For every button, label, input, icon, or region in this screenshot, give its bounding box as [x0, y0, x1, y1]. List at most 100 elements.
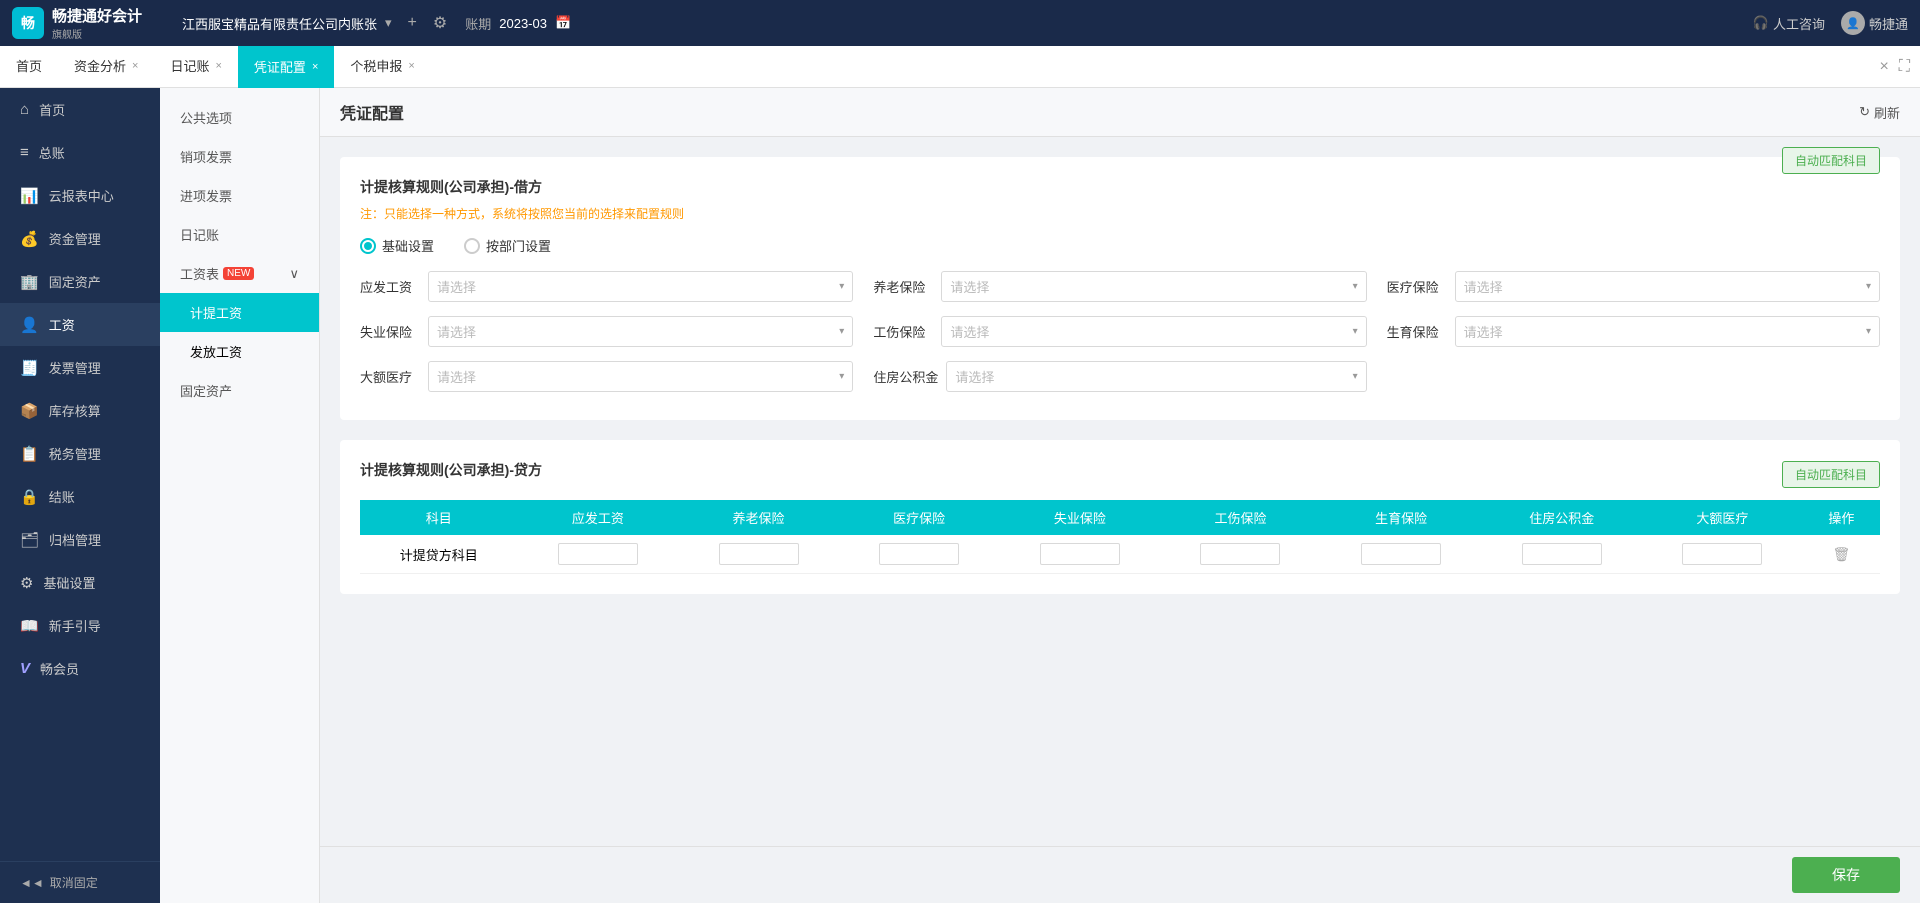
tab-voucher-config[interactable]: 凭证配置 × [238, 46, 334, 88]
tab-tax-close-icon[interactable]: × [408, 60, 414, 72]
sidebar-asset-label: 固定资产 [49, 272, 101, 291]
topbar: 畅 畅捷通好会计 旗舰版 江西服宝精品有限责任公司内账张 ▾ + ⚙ 账期 20… [0, 0, 1920, 46]
th-yfgz: 应发工资 [518, 500, 679, 535]
input-td-gsbx[interactable] [1200, 543, 1280, 565]
sidebar-item-invoice[interactable]: 🧾 发票管理 [0, 346, 160, 389]
radio-dept-circle [464, 238, 480, 254]
sidebar-item-ledger[interactable]: ≡ 总账 [0, 131, 160, 174]
sidebar-invoice-label: 发票管理 [49, 358, 101, 377]
label-gsbx: 工伤保险 [873, 322, 933, 341]
save-button[interactable]: 保存 [1792, 857, 1900, 893]
calendar-icon[interactable]: 📅 [555, 15, 571, 31]
radio-group: 基础设置 按部门设置 [360, 236, 1880, 255]
sidebar-item-closing[interactable]: 🔒 结账 [0, 475, 160, 518]
input-td-ylbx[interactable] [719, 543, 799, 565]
auto-match-debit-btn[interactable]: 自动匹配科目 [1782, 147, 1880, 174]
label-sybx: 失业保险 [360, 322, 420, 341]
sub-sidebar-fixed-asset[interactable]: 固定资产 [160, 371, 319, 410]
content-area: 凭证配置 ↻ 刷新 自动匹配科目 计提核算规则(公司承担)-借方 注：只能选择一… [320, 88, 1920, 903]
sidebar-item-inventory[interactable]: 📦 库存核算 [0, 389, 160, 432]
sub-sidebar-pay-salary-label: 发放工资 [190, 345, 242, 360]
avatar-icon: 👤 [1841, 11, 1865, 35]
sidebar-item-asset[interactable]: 🏢 固定资产 [0, 260, 160, 303]
field-ylbx: 养老保险 请选择 ▾ [873, 271, 1366, 302]
ledger-icon: ≡ [20, 144, 29, 161]
select-yfgz-placeholder: 请选择 [437, 277, 476, 296]
sub-sidebar-public[interactable]: 公共选项 [160, 98, 319, 137]
input-td-sybx2[interactable] [1361, 543, 1441, 565]
tab-fund-close-icon[interactable]: × [132, 60, 138, 72]
sidebar-item-salary[interactable]: 👤 工资 [0, 303, 160, 346]
sidebar-item-guide[interactable]: 📖 新手引导 [0, 604, 160, 647]
select-ylbx2[interactable]: 请选择 ▾ [1455, 271, 1880, 302]
sidebar-settings-label: 基础设置 [43, 573, 95, 592]
input-td-dael[interactable] [1682, 543, 1762, 565]
sidebar-item-fund[interactable]: 💰 资金管理 [0, 217, 160, 260]
select-ylbx[interactable]: 请选择 ▾ [941, 271, 1366, 302]
tabs-right: × ⛶ [1879, 58, 1920, 76]
select-sybx[interactable]: 请选择 ▾ [428, 316, 853, 347]
radio-basic[interactable]: 基础设置 [360, 236, 434, 255]
logo-text: 畅捷通好会计 [52, 8, 142, 25]
field-sybx: 失业保险 请选择 ▾ [360, 316, 853, 347]
cancel-pin-label: 取消固定 [50, 874, 98, 891]
select-gsbx[interactable]: 请选择 ▾ [941, 316, 1366, 347]
select-sybx2[interactable]: 请选择 ▾ [1455, 316, 1880, 347]
tab-home[interactable]: 首页 [0, 46, 58, 88]
input-td-sybx[interactable] [1040, 543, 1120, 565]
select-zfgjj[interactable]: 请选择 ▾ [946, 361, 1366, 392]
select-ylbx-placeholder: 请选择 [950, 277, 989, 296]
tab-fund-analysis[interactable]: 资金分析 × [58, 46, 154, 88]
company-dropdown-icon[interactable]: ▾ [385, 15, 392, 31]
auto-match-credit-btn[interactable]: 自动匹配科目 [1782, 461, 1880, 488]
tab-voucher-close-icon[interactable]: × [312, 61, 318, 73]
field-sybx2: 生育保险 请选择 ▾ [1387, 316, 1880, 347]
input-td-yfgz[interactable] [558, 543, 638, 565]
debit-section-title: 计提核算规则(公司承担)-借方 [360, 177, 1880, 197]
sidebar-guide-label: 新手引导 [49, 616, 101, 635]
delete-row-icon[interactable]: 🗑 [1832, 546, 1850, 562]
sub-sidebar-purchase-invoice[interactable]: 进项发票 [160, 176, 319, 215]
field-gsbx: 工伤保险 请选择 ▾ [873, 316, 1366, 347]
select-yfgz[interactable]: 请选择 ▾ [428, 271, 853, 302]
tab-journal-close-icon[interactable]: × [215, 60, 221, 72]
radio-basic-circle [360, 238, 376, 254]
input-td-zfgjj[interactable] [1522, 543, 1602, 565]
th-sybx2: 生育保险 [1321, 500, 1482, 535]
sidebar-item-tax[interactable]: 📋 税务管理 [0, 432, 160, 475]
settings-icon[interactable]: ⚙ [433, 13, 447, 33]
sidebar-item-home[interactable]: ⌂ 首页 [0, 88, 160, 131]
sidebar: ⌂ 首页 ≡ 总账 📊 云报表中心 💰 资金管理 🏢 固定资产 👤 工资 🧾 发… [0, 88, 160, 903]
sidebar-item-settings[interactable]: ⚙ 基础设置 [0, 561, 160, 604]
th-ylbx2: 医疗保险 [839, 500, 1000, 535]
company-selector[interactable]: 江西服宝精品有限责任公司内账张 ▾ + ⚙ 账期 2023-03 📅 [182, 13, 1753, 33]
expand-window-icon[interactable]: ⛶ [1899, 58, 1910, 76]
service-btn[interactable]: 🎧 人工咨询 [1753, 14, 1825, 33]
close-window-icon[interactable]: × [1879, 58, 1888, 76]
refresh-btn[interactable]: ↻ 刷新 [1859, 103, 1900, 122]
sidebar-item-vip[interactable]: V 畅会员 [0, 647, 160, 690]
tab-tax[interactable]: 个税申报 × [334, 46, 430, 88]
sub-sidebar-salary-table[interactable]: 工资表 NEW ∨ [160, 254, 319, 293]
user-menu[interactable]: 👤 畅捷通 [1841, 11, 1908, 35]
sidebar-item-archive[interactable]: 🗂 归档管理 [0, 518, 160, 561]
cancel-pin-btn[interactable]: ◄◄ 取消固定 [0, 861, 160, 903]
main-layout: ⌂ 首页 ≡ 总账 📊 云报表中心 💰 资金管理 🏢 固定资产 👤 工资 🧾 发… [0, 88, 1920, 903]
sub-sidebar-journal[interactable]: 日记账 [160, 215, 319, 254]
add-account-icon[interactable]: + [408, 14, 417, 32]
label-zfgjj: 住房公积金 [873, 367, 938, 386]
period-label: 账期 [465, 14, 491, 33]
tab-journal[interactable]: 日记账 × [154, 46, 237, 88]
sub-sidebar-calc-salary[interactable]: 计提工资 [160, 293, 319, 332]
select-dael[interactable]: 请选择 ▾ [428, 361, 853, 392]
radio-dept-label: 按部门设置 [486, 236, 551, 255]
sidebar-home-label: 首页 [39, 100, 65, 119]
sub-sidebar-sales-label: 销项发票 [180, 150, 232, 165]
sub-sidebar-sales-invoice[interactable]: 销项发票 [160, 137, 319, 176]
sub-sidebar-pay-salary[interactable]: 发放工资 [160, 332, 319, 371]
select-ylbx2-placeholder: 请选择 [1464, 277, 1503, 296]
input-td-ylbx2[interactable] [879, 543, 959, 565]
sidebar-item-report[interactable]: 📊 云报表中心 [0, 174, 160, 217]
sub-sidebar-purchase-label: 进项发票 [180, 189, 232, 204]
radio-dept[interactable]: 按部门设置 [464, 236, 551, 255]
